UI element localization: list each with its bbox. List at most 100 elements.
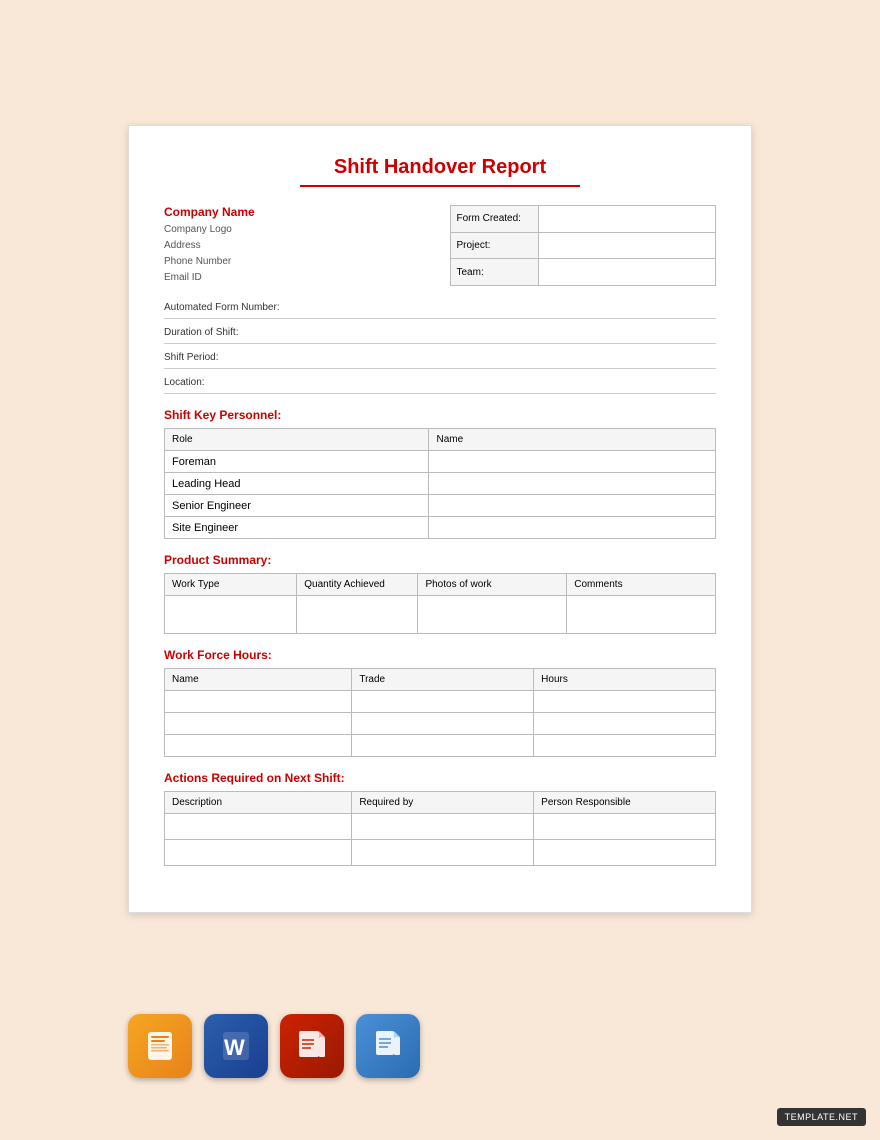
- table-row: [165, 840, 716, 866]
- role-foreman: Foreman: [165, 451, 429, 473]
- role-leading-head: Leading Head: [165, 473, 429, 495]
- product-header-row: Work Type Quantity Achieved Photos of wo…: [165, 574, 716, 596]
- workforce-header-row: Name Trade Hours: [165, 669, 716, 691]
- table-row: [165, 735, 716, 757]
- table-row: [165, 713, 716, 735]
- section-title-product: Product Summary:: [164, 553, 716, 567]
- header-section: Company Name Company Logo Address Phone …: [164, 205, 716, 286]
- field-value-duration[interactable]: [324, 325, 716, 339]
- field-value-location[interactable]: [324, 375, 716, 389]
- personnel-table: Role Name Foreman Leading Head Senior En…: [164, 428, 716, 539]
- form-info-table: Form Created: Project: Team:: [450, 205, 717, 286]
- document: Shift Handover Report Company Name Compa…: [128, 125, 752, 913]
- table-row: Leading Head: [165, 473, 716, 495]
- pdf-icon[interactable]: [280, 1014, 344, 1078]
- workforce-col-name: Name: [165, 669, 352, 691]
- form-row-team: Team:: [450, 259, 716, 286]
- field-automated-form-number: Automated Form Number:: [164, 300, 716, 319]
- workforce-trade-3[interactable]: [352, 735, 534, 757]
- gdocs-icon[interactable]: [356, 1014, 420, 1078]
- workforce-trade-1[interactable]: [352, 691, 534, 713]
- pages-icon[interactable]: [128, 1014, 192, 1078]
- name-senior-engineer[interactable]: [429, 495, 716, 517]
- workforce-name-2[interactable]: [165, 713, 352, 735]
- personnel-header-row: Role Name: [165, 429, 716, 451]
- word-svg: W: [218, 1028, 254, 1064]
- company-email: Email ID: [164, 270, 430, 286]
- product-quantity-cell[interactable]: [297, 596, 418, 634]
- pdf-svg: [294, 1028, 330, 1064]
- actions-person-1[interactable]: [534, 814, 716, 840]
- name-foreman[interactable]: [429, 451, 716, 473]
- table-row: Foreman: [165, 451, 716, 473]
- table-row: Site Engineer: [165, 517, 716, 539]
- gdocs-svg: [370, 1028, 406, 1064]
- field-label-automated: Automated Form Number:: [164, 302, 324, 313]
- name-leading-head[interactable]: [429, 473, 716, 495]
- workforce-name-3[interactable]: [165, 735, 352, 757]
- actions-col-description: Description: [165, 792, 352, 814]
- actions-person-2[interactable]: [534, 840, 716, 866]
- company-phone: Phone Number: [164, 254, 430, 270]
- form-row-project: Project:: [450, 232, 716, 259]
- field-label-shift-period: Shift Period:: [164, 352, 324, 363]
- section-title-workforce: Work Force Hours:: [164, 648, 716, 662]
- product-col-photos: Photos of work: [418, 574, 567, 596]
- table-row: [165, 814, 716, 840]
- field-label-duration: Duration of Shift:: [164, 327, 324, 338]
- table-row: [165, 596, 716, 634]
- personnel-col-role: Role: [165, 429, 429, 451]
- field-location: Location:: [164, 375, 716, 394]
- workforce-col-hours: Hours: [534, 669, 716, 691]
- field-value-shift-period[interactable]: [324, 350, 716, 364]
- workforce-hours-1[interactable]: [534, 691, 716, 713]
- actions-required-2[interactable]: [352, 840, 534, 866]
- table-row: [165, 691, 716, 713]
- product-table: Work Type Quantity Achieved Photos of wo…: [164, 573, 716, 634]
- actions-col-required-by: Required by: [352, 792, 534, 814]
- name-site-engineer[interactable]: [429, 517, 716, 539]
- company-logo: Company Logo: [164, 222, 430, 238]
- pages-svg: [142, 1028, 178, 1064]
- table-row: Senior Engineer: [165, 495, 716, 517]
- actions-desc-1[interactable]: [165, 814, 352, 840]
- document-title: Shift Handover Report: [164, 156, 716, 179]
- form-created-value[interactable]: [539, 206, 716, 233]
- product-comments-cell[interactable]: [567, 596, 716, 634]
- form-created-label: Form Created:: [450, 206, 539, 233]
- actions-table: Description Required by Person Responsib…: [164, 791, 716, 866]
- product-worktype-cell[interactable]: [165, 596, 297, 634]
- field-label-location: Location:: [164, 377, 324, 388]
- workforce-hours-3[interactable]: [534, 735, 716, 757]
- actions-col-person: Person Responsible: [534, 792, 716, 814]
- form-row-created: Form Created:: [450, 206, 716, 233]
- workforce-table: Name Trade Hours: [164, 668, 716, 757]
- product-col-comments: Comments: [567, 574, 716, 596]
- field-duration-of-shift: Duration of Shift:: [164, 325, 716, 344]
- workforce-name-1[interactable]: [165, 691, 352, 713]
- field-value-automated[interactable]: [324, 300, 716, 314]
- form-project-value[interactable]: [539, 232, 716, 259]
- product-col-quantity: Quantity Achieved: [297, 574, 418, 596]
- app-icons: W: [128, 1014, 420, 1078]
- word-icon[interactable]: W: [204, 1014, 268, 1078]
- role-senior-engineer: Senior Engineer: [165, 495, 429, 517]
- personnel-col-name: Name: [429, 429, 716, 451]
- template-badge: TEMPLATE.NET: [777, 1108, 866, 1126]
- product-photos-cell[interactable]: [418, 596, 567, 634]
- workforce-trade-2[interactable]: [352, 713, 534, 735]
- role-site-engineer: Site Engineer: [165, 517, 429, 539]
- form-team-value[interactable]: [539, 259, 716, 286]
- actions-required-1[interactable]: [352, 814, 534, 840]
- workforce-col-trade: Trade: [352, 669, 534, 691]
- workforce-hours-2[interactable]: [534, 713, 716, 735]
- form-project-label: Project:: [450, 232, 539, 259]
- form-team-label: Team:: [450, 259, 539, 286]
- title-divider: [300, 185, 580, 187]
- product-col-worktype: Work Type: [165, 574, 297, 596]
- svg-text:W: W: [224, 1035, 245, 1060]
- actions-desc-2[interactable]: [165, 840, 352, 866]
- company-address: Address: [164, 238, 430, 254]
- section-title-actions: Actions Required on Next Shift:: [164, 771, 716, 785]
- section-title-personnel: Shift Key Personnel:: [164, 408, 716, 422]
